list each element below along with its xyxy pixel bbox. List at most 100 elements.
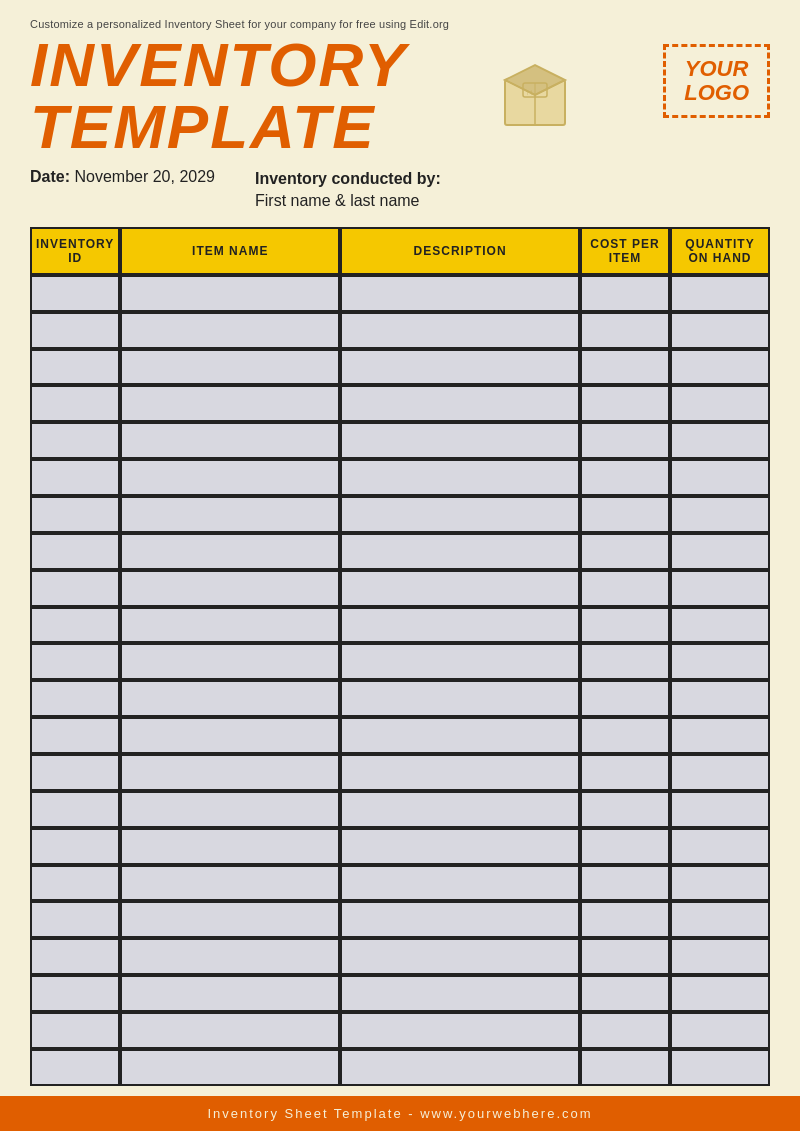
table-cell-16-2[interactable]: [340, 865, 580, 902]
table-cell-5-0[interactable]: [30, 459, 120, 496]
table-cell-13-1[interactable]: [120, 754, 340, 791]
table-cell-7-0[interactable]: [30, 533, 120, 570]
table-cell-20-1[interactable]: [120, 1012, 340, 1049]
table-cell-0-4[interactable]: [670, 275, 770, 312]
table-cell-1-2[interactable]: [340, 312, 580, 349]
table-cell-4-4[interactable]: [670, 422, 770, 459]
table-cell-3-4[interactable]: [670, 385, 770, 422]
table-cell-3-1[interactable]: [120, 385, 340, 422]
table-cell-10-4[interactable]: [670, 643, 770, 680]
table-cell-19-1[interactable]: [120, 975, 340, 1012]
table-cell-15-2[interactable]: [340, 828, 580, 865]
table-cell-5-4[interactable]: [670, 459, 770, 496]
table-cell-6-0[interactable]: [30, 496, 120, 533]
table-cell-3-0[interactable]: [30, 385, 120, 422]
table-cell-21-3[interactable]: [580, 1049, 670, 1086]
table-cell-10-0[interactable]: [30, 643, 120, 680]
table-cell-20-4[interactable]: [670, 1012, 770, 1049]
table-cell-19-4[interactable]: [670, 975, 770, 1012]
table-cell-20-0[interactable]: [30, 1012, 120, 1049]
table-cell-3-2[interactable]: [340, 385, 580, 422]
table-cell-2-1[interactable]: [120, 349, 340, 386]
table-cell-0-3[interactable]: [580, 275, 670, 312]
table-cell-14-1[interactable]: [120, 791, 340, 828]
table-cell-18-4[interactable]: [670, 938, 770, 975]
table-cell-12-2[interactable]: [340, 717, 580, 754]
table-cell-9-1[interactable]: [120, 607, 340, 644]
table-cell-13-2[interactable]: [340, 754, 580, 791]
table-cell-15-0[interactable]: [30, 828, 120, 865]
table-cell-7-2[interactable]: [340, 533, 580, 570]
table-cell-20-2[interactable]: [340, 1012, 580, 1049]
table-cell-15-4[interactable]: [670, 828, 770, 865]
table-cell-4-1[interactable]: [120, 422, 340, 459]
table-cell-18-3[interactable]: [580, 938, 670, 975]
table-cell-1-0[interactable]: [30, 312, 120, 349]
table-cell-8-2[interactable]: [340, 570, 580, 607]
table-cell-8-4[interactable]: [670, 570, 770, 607]
table-cell-15-3[interactable]: [580, 828, 670, 865]
table-cell-16-3[interactable]: [580, 865, 670, 902]
table-cell-0-1[interactable]: [120, 275, 340, 312]
table-cell-19-3[interactable]: [580, 975, 670, 1012]
table-cell-5-1[interactable]: [120, 459, 340, 496]
table-cell-14-4[interactable]: [670, 791, 770, 828]
table-cell-4-0[interactable]: [30, 422, 120, 459]
table-cell-19-2[interactable]: [340, 975, 580, 1012]
table-cell-3-3[interactable]: [580, 385, 670, 422]
table-cell-2-3[interactable]: [580, 349, 670, 386]
table-cell-9-0[interactable]: [30, 607, 120, 644]
table-cell-9-2[interactable]: [340, 607, 580, 644]
table-cell-9-4[interactable]: [670, 607, 770, 644]
table-cell-6-4[interactable]: [670, 496, 770, 533]
table-cell-12-0[interactable]: [30, 717, 120, 754]
table-cell-16-4[interactable]: [670, 865, 770, 902]
table-cell-20-3[interactable]: [580, 1012, 670, 1049]
table-cell-11-3[interactable]: [580, 680, 670, 717]
table-cell-8-0[interactable]: [30, 570, 120, 607]
table-cell-6-3[interactable]: [580, 496, 670, 533]
table-cell-8-1[interactable]: [120, 570, 340, 607]
table-cell-21-4[interactable]: [670, 1049, 770, 1086]
table-cell-2-0[interactable]: [30, 349, 120, 386]
table-cell-16-0[interactable]: [30, 865, 120, 902]
table-cell-15-1[interactable]: [120, 828, 340, 865]
table-cell-1-4[interactable]: [670, 312, 770, 349]
table-cell-2-4[interactable]: [670, 349, 770, 386]
table-cell-5-2[interactable]: [340, 459, 580, 496]
table-cell-16-1[interactable]: [120, 865, 340, 902]
table-cell-11-2[interactable]: [340, 680, 580, 717]
table-cell-8-3[interactable]: [580, 570, 670, 607]
table-cell-17-3[interactable]: [580, 901, 670, 938]
table-cell-21-1[interactable]: [120, 1049, 340, 1086]
table-cell-19-0[interactable]: [30, 975, 120, 1012]
table-cell-17-0[interactable]: [30, 901, 120, 938]
table-cell-12-4[interactable]: [670, 717, 770, 754]
table-cell-13-0[interactable]: [30, 754, 120, 791]
table-cell-17-1[interactable]: [120, 901, 340, 938]
table-cell-13-3[interactable]: [580, 754, 670, 791]
table-cell-1-3[interactable]: [580, 312, 670, 349]
table-cell-2-2[interactable]: [340, 349, 580, 386]
table-cell-4-2[interactable]: [340, 422, 580, 459]
table-cell-14-2[interactable]: [340, 791, 580, 828]
table-cell-7-3[interactable]: [580, 533, 670, 570]
table-cell-7-4[interactable]: [670, 533, 770, 570]
table-cell-10-1[interactable]: [120, 643, 340, 680]
table-cell-17-2[interactable]: [340, 901, 580, 938]
table-cell-6-2[interactable]: [340, 496, 580, 533]
table-cell-7-1[interactable]: [120, 533, 340, 570]
table-cell-0-2[interactable]: [340, 275, 580, 312]
table-cell-1-1[interactable]: [120, 312, 340, 349]
table-cell-11-1[interactable]: [120, 680, 340, 717]
table-cell-14-0[interactable]: [30, 791, 120, 828]
table-cell-11-4[interactable]: [670, 680, 770, 717]
table-cell-6-1[interactable]: [120, 496, 340, 533]
table-cell-10-2[interactable]: [340, 643, 580, 680]
table-cell-17-4[interactable]: [670, 901, 770, 938]
table-cell-9-3[interactable]: [580, 607, 670, 644]
table-cell-5-3[interactable]: [580, 459, 670, 496]
table-cell-4-3[interactable]: [580, 422, 670, 459]
table-cell-10-3[interactable]: [580, 643, 670, 680]
table-cell-18-1[interactable]: [120, 938, 340, 975]
